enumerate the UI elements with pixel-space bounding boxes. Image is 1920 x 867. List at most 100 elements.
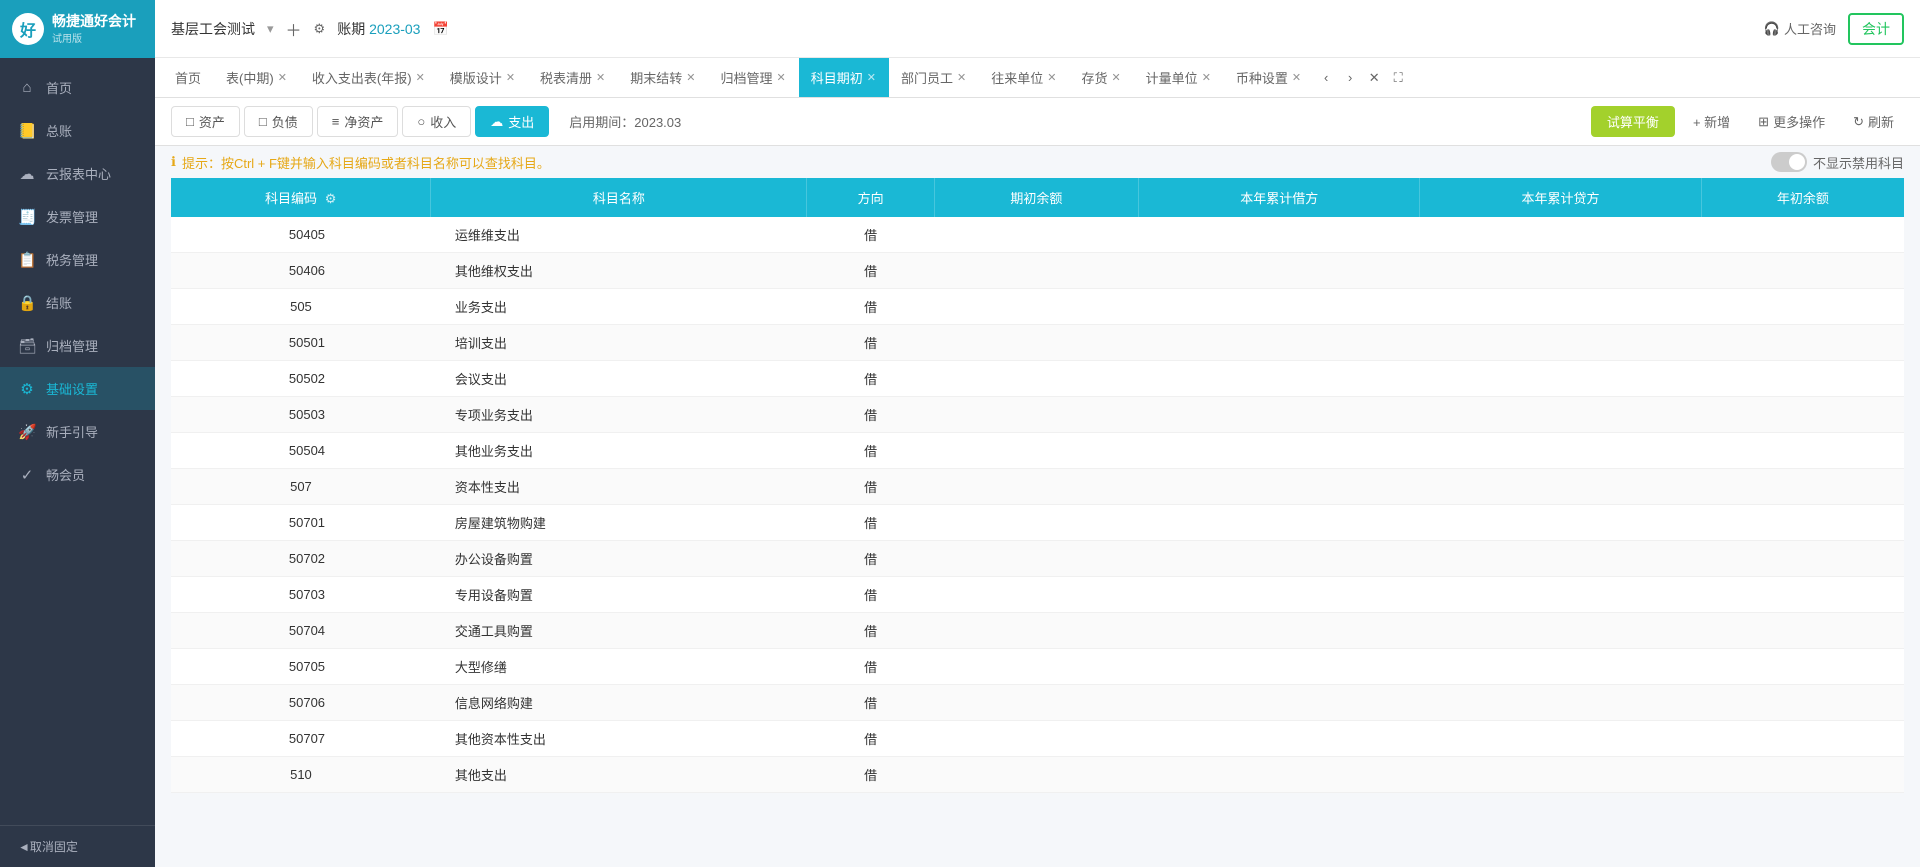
tab-home[interactable]: 首页 [163, 58, 214, 98]
col-settings-icon[interactable]: ⚙ [325, 191, 337, 207]
tab-close-taxclear[interactable]: ✕ [596, 71, 605, 84]
subtab-liability[interactable]: □ 负债 [244, 106, 313, 137]
cell-balance [934, 433, 1138, 469]
cell-debit [1139, 685, 1420, 721]
sidebar-item-home[interactable]: ⌂ 首页 [0, 66, 155, 109]
liability-icon: □ [259, 114, 267, 129]
table-row[interactable]: 50405 运维维支出 借 [171, 217, 1904, 253]
cell-debit [1139, 541, 1420, 577]
cell-balance [934, 397, 1138, 433]
table-row[interactable]: 50501 培训支出 借 [171, 325, 1904, 361]
tab-close-supplier[interactable]: ✕ [1047, 71, 1056, 84]
tab-close-dept[interactable]: ✕ [957, 71, 966, 84]
table-row[interactable]: 510 其他支出 借 [171, 757, 1904, 793]
company-settings-icon[interactable]: ⚙ [314, 21, 326, 37]
tab-template[interactable]: 模版设计 ✕ [438, 58, 528, 98]
table-row[interactable]: 50504 其他业务支出 借 [171, 433, 1904, 469]
tab-inventory[interactable]: 存货 ✕ [1069, 58, 1133, 98]
cell-balance [934, 289, 1138, 325]
cell-code: 50405 [171, 217, 431, 253]
table-row[interactable]: 50701 房屋建筑物购建 借 [171, 505, 1904, 541]
tab-unit[interactable]: 计量单位 ✕ [1134, 58, 1224, 98]
tab-archive[interactable]: 归档管理 ✕ [709, 58, 799, 98]
subtab-net-asset[interactable]: ≡ 净资产 [317, 106, 399, 137]
tab-close-subject[interactable]: ✕ [867, 71, 876, 84]
table-row[interactable]: 50706 信息网络购建 借 [171, 685, 1904, 721]
cell-name: 办公设备购置 [431, 541, 807, 577]
tab-close-template[interactable]: ✕ [506, 71, 515, 84]
tab-close-yearend[interactable]: ✕ [686, 71, 695, 84]
table-row[interactable]: 50703 专用设备购置 借 [171, 577, 1904, 613]
headphone-icon: 🎧 [1764, 21, 1780, 37]
invoice-icon: 🧾 [18, 208, 36, 226]
sidebar-item-invoice[interactable]: 🧾 发票管理 [0, 195, 155, 238]
tab-supplier[interactable]: 往来单位 ✕ [979, 58, 1069, 98]
tab-close-inventory[interactable]: ✕ [1111, 71, 1120, 84]
tab-nav-next[interactable]: › [1338, 66, 1362, 90]
subtab-asset[interactable]: □ 资产 [171, 106, 240, 137]
sidebar-item-guide[interactable]: 🚀 新手引导 [0, 410, 155, 453]
tab-close-interim[interactable]: ✕ [278, 71, 287, 84]
tab-close-income[interactable]: ✕ [416, 71, 425, 84]
period-label: 账期 2023-03 [337, 19, 420, 39]
add-btn[interactable]: + 新增 [1683, 107, 1740, 136]
sidebar-item-closing[interactable]: 🔒 结账 [0, 281, 155, 324]
tab-maximize-btn[interactable]: ⛶ [1386, 66, 1410, 90]
calendar-icon[interactable]: 📅 [432, 21, 448, 37]
tab-close-currency[interactable]: ✕ [1292, 71, 1301, 84]
help-btn[interactable]: 🎧 人工咨询 [1764, 19, 1836, 38]
tab-currency[interactable]: 币种设置 ✕ [1224, 58, 1314, 98]
refresh-icon: ↻ [1853, 114, 1864, 130]
table-row[interactable]: 505 业务支出 借 [171, 289, 1904, 325]
table-row[interactable]: 50406 其他维权支出 借 [171, 253, 1904, 289]
tab-close-unit[interactable]: ✕ [1202, 71, 1211, 84]
subtab-expense[interactable]: ☁ 支出 [475, 106, 549, 137]
sidebar-collapse-btn[interactable]: ◄取消固定 [0, 825, 155, 867]
cell-name: 其他资本性支出 [431, 721, 807, 757]
table-row[interactable]: 50704 交通工具购置 借 [171, 613, 1904, 649]
cell-direction: 借 [807, 253, 934, 289]
cell-direction: 借 [807, 217, 934, 253]
tab-close-archive[interactable]: ✕ [777, 71, 786, 84]
table-row[interactable]: 507 资本性支出 借 [171, 469, 1904, 505]
disabled-toggle[interactable] [1771, 152, 1807, 172]
company-dropdown-icon[interactable]: ▾ [267, 21, 274, 37]
table-row[interactable]: 50503 专项业务支出 借 [171, 397, 1904, 433]
sidebar-item-ledger[interactable]: 📒 总账 [0, 109, 155, 152]
user-role-btn[interactable]: 会计 [1848, 13, 1904, 45]
tab-nav-prev[interactable]: ‹ [1314, 66, 1338, 90]
sidebar-item-settings[interactable]: ⚙ 基础设置 [0, 367, 155, 410]
balance-btn[interactable]: 试算平衡 [1591, 106, 1675, 137]
cell-code: 50504 [171, 433, 431, 469]
subtab-income[interactable]: ○ 收入 [402, 106, 471, 137]
more-icon: ⊞ [1758, 114, 1769, 130]
cell-year-balance [1701, 721, 1904, 757]
company-name: 基层工会测试 [171, 19, 255, 39]
refresh-btn[interactable]: ↻ 刷新 [1843, 107, 1904, 136]
cell-direction: 借 [807, 721, 934, 757]
sidebar-item-reports[interactable]: ☁ 云报表中心 [0, 152, 155, 195]
tab-close-all-btn[interactable]: ✕ [1362, 66, 1386, 90]
add-company-btn[interactable]: ＋ [286, 17, 302, 41]
cell-debit [1139, 577, 1420, 613]
tab-income[interactable]: 收入支出表(年报) ✕ [300, 58, 438, 98]
table-row[interactable]: 50707 其他资本性支出 借 [171, 721, 1904, 757]
cell-name: 会议支出 [431, 361, 807, 397]
sidebar-item-member[interactable]: ✓ 畅会员 [0, 453, 155, 496]
sidebar-item-tax[interactable]: 📋 税务管理 [0, 238, 155, 281]
cell-debit [1139, 325, 1420, 361]
cell-name: 交通工具购置 [431, 613, 807, 649]
cell-balance [934, 505, 1138, 541]
table-row[interactable]: 50705 大型修缮 借 [171, 649, 1904, 685]
tab-yearend[interactable]: 期末结转 ✕ [618, 58, 708, 98]
table-row[interactable]: 50702 办公设备购置 借 [171, 541, 1904, 577]
tab-subject[interactable]: 科目期初 ✕ [799, 58, 889, 98]
tab-taxclear[interactable]: 税表清册 ✕ [528, 58, 618, 98]
more-btn[interactable]: ⊞ 更多操作 [1748, 107, 1835, 136]
tab-dept[interactable]: 部门员工 ✕ [889, 58, 979, 98]
sidebar-item-archive[interactable]: 🗃 归档管理 [0, 324, 155, 367]
cell-direction: 借 [807, 289, 934, 325]
cell-debit [1139, 217, 1420, 253]
table-row[interactable]: 50502 会议支出 借 [171, 361, 1904, 397]
tab-interim[interactable]: 表(中期) ✕ [214, 58, 300, 98]
